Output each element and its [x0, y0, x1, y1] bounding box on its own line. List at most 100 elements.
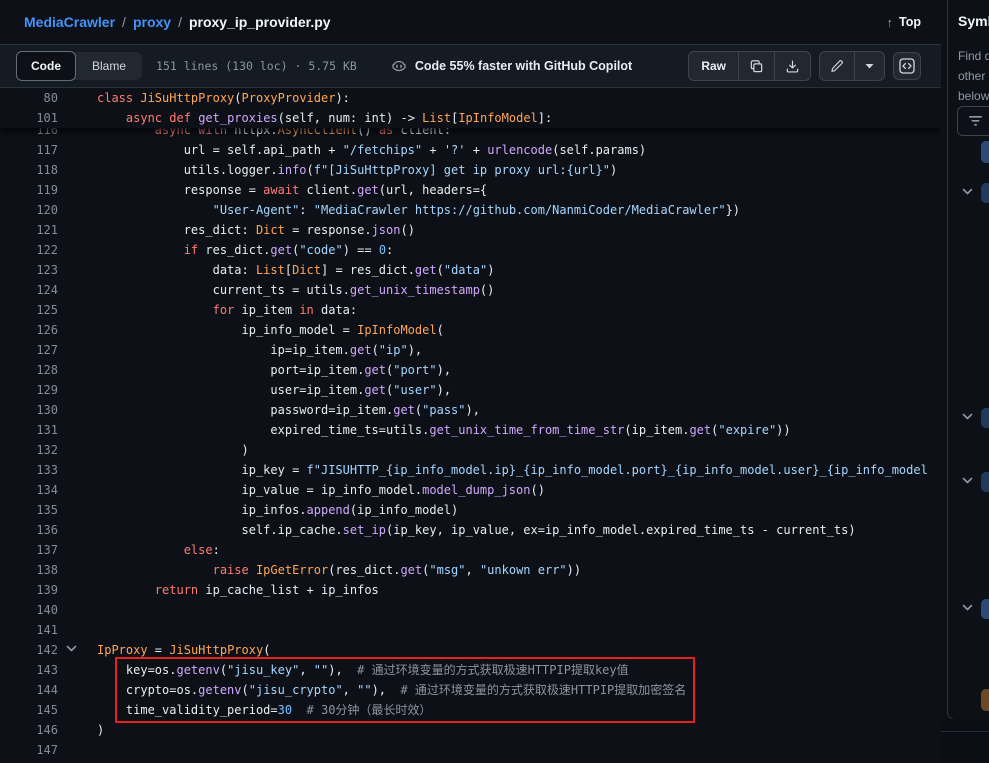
line-number[interactable]: 135 — [0, 500, 58, 520]
line-number[interactable]: 80 — [0, 88, 58, 108]
line-number[interactable]: 143 — [0, 660, 58, 680]
line-number[interactable]: 145 — [0, 700, 58, 720]
download-button[interactable] — [775, 52, 810, 80]
code-line: 130 password=ip_item.get("pass"), — [0, 400, 941, 420]
back-to-top-button[interactable]: ↑ Top — [887, 15, 921, 30]
back-to-top-label: Top — [899, 15, 921, 29]
code-line: 143 key=os.getenv("jisu_key", ""), # 通过环… — [0, 660, 941, 680]
code-line-content: res_dict: Dict = response.json() — [58, 220, 415, 240]
line-number[interactable]: 120 — [0, 200, 58, 220]
line-number[interactable]: 119 — [0, 180, 58, 200]
code-line-content: raise IpGetError(res_dict.get("msg", "un… — [58, 560, 581, 580]
line-number[interactable]: 129 — [0, 380, 58, 400]
code-line-content: response = await client.get(url, headers… — [58, 180, 487, 200]
line-number[interactable]: 124 — [0, 280, 58, 300]
breadcrumb-folder-link[interactable]: proxy — [133, 14, 171, 30]
code-line: 120 "User-Agent": "MediaCrawler https://… — [0, 200, 941, 220]
line-number[interactable]: 125 — [0, 300, 58, 320]
code-line-content — [58, 600, 97, 620]
code-line-content: return ip_cache_list + ip_infos — [58, 580, 379, 600]
line-number[interactable]: 131 — [0, 420, 58, 440]
line-number[interactable]: 139 — [0, 580, 58, 600]
symbols-panel-toggle-button[interactable] — [893, 52, 921, 80]
copy-icon — [749, 59, 764, 74]
code-line-content: current_ts = utils.get_unix_timestamp() — [58, 280, 494, 300]
code-line-content: ) — [58, 720, 104, 740]
line-number[interactable]: 128 — [0, 360, 58, 380]
line-number[interactable]: 132 — [0, 440, 58, 460]
code-line: 118 utils.logger.info(f"[JiSuHttpProxy] … — [0, 160, 941, 180]
line-number[interactable]: 147 — [0, 740, 58, 760]
code-line: 137 else: — [0, 540, 941, 560]
line-number[interactable]: 122 — [0, 240, 58, 260]
code-line-content: time_validity_period=30 # 30分钟（最长时效） — [58, 700, 431, 720]
breadcrumb-separator: / — [122, 14, 126, 30]
code-line-content: expired_time_ts=utils.get_unix_time_from… — [58, 420, 791, 440]
line-number[interactable]: 144 — [0, 680, 58, 700]
raw-copy-download-group: Raw — [688, 51, 811, 81]
line-number[interactable]: 141 — [0, 620, 58, 640]
symbol-chip[interactable] — [981, 689, 989, 711]
copilot-promo[interactable]: Code 55% faster with GitHub Copilot — [391, 58, 632, 74]
line-number[interactable]: 133 — [0, 460, 58, 480]
code-line-content: user=ip_item.get("user"), — [58, 380, 451, 400]
symbol-chip[interactable] — [981, 183, 989, 203]
breadcrumb-bar: MediaCrawler / proxy / proxy_ip_provider… — [0, 0, 941, 44]
code-line-content: self.ip_cache.set_ip(ip_key, ip_value, e… — [58, 520, 856, 540]
symbol-chip[interactable] — [981, 141, 989, 163]
sticky-context-lines: 80class JiSuHttpProxy(ProxyProvider):101… — [0, 88, 941, 128]
line-number[interactable]: 123 — [0, 260, 58, 280]
code-line-content: password=ip_item.get("pass"), — [58, 400, 480, 420]
raw-button[interactable]: Raw — [689, 52, 739, 80]
code-line: 127 ip=ip_item.get("ip"), — [0, 340, 941, 360]
line-number[interactable]: 118 — [0, 160, 58, 180]
line-number[interactable]: 146 — [0, 720, 58, 740]
line-number[interactable]: 142 — [0, 640, 58, 660]
line-number[interactable]: 130 — [0, 400, 58, 420]
line-number[interactable]: 136 — [0, 520, 58, 540]
chevron-down-icon[interactable] — [962, 477, 973, 485]
line-number[interactable]: 140 — [0, 600, 58, 620]
collapse-chevron-icon[interactable] — [66, 645, 77, 653]
copy-raw-button[interactable] — [739, 52, 775, 80]
breadcrumb-repo-link[interactable]: MediaCrawler — [24, 14, 115, 30]
line-number[interactable]: 121 — [0, 220, 58, 240]
line-number[interactable]: 127 — [0, 340, 58, 360]
symbol-chip[interactable] — [981, 408, 989, 428]
edit-file-button[interactable] — [820, 52, 855, 80]
code-blame-switch: Code Blame — [16, 52, 142, 80]
chevron-down-icon[interactable] — [962, 188, 973, 196]
code-line-content: ip_infos.append(ip_info_model) — [58, 500, 458, 520]
code-viewer: 80class JiSuHttpProxy(ProxyProvider):101… — [0, 88, 941, 763]
line-number[interactable]: 137 — [0, 540, 58, 560]
symbol-chip[interactable] — [981, 472, 989, 492]
line-number[interactable]: 138 — [0, 560, 58, 580]
chevron-down-icon[interactable] — [962, 604, 973, 612]
edit-group — [819, 51, 885, 81]
code-line-content — [58, 740, 97, 760]
line-number[interactable]: 126 — [0, 320, 58, 340]
chevron-down-icon[interactable] — [962, 413, 973, 421]
code-line: 123 data: List[Dict] = res_dict.get("dat… — [0, 260, 941, 280]
code-line: 135 ip_infos.append(ip_info_model) — [0, 500, 941, 520]
code-line: 121 res_dict: Dict = response.json() — [0, 220, 941, 240]
breadcrumb-separator: / — [178, 14, 182, 30]
file-toolbar: Code Blame 151 lines (130 loc) · 5.75 KB… — [0, 44, 941, 88]
line-number[interactable]: 134 — [0, 480, 58, 500]
code-line: 136 self.ip_cache.set_ip(ip_key, ip_valu… — [0, 520, 941, 540]
code-line: 144 crypto=os.getenv("jisu_crypto", ""),… — [0, 680, 941, 700]
line-number[interactable]: 101 — [0, 108, 58, 128]
code-line: 138 raise IpGetError(res_dict.get("msg",… — [0, 560, 941, 580]
code-line: 80class JiSuHttpProxy(ProxyProvider): — [0, 88, 941, 108]
line-number[interactable]: 117 — [0, 140, 58, 160]
code-line: 132 ) — [0, 440, 941, 460]
symbols-filter-input[interactable] — [957, 106, 989, 136]
symbol-chip[interactable] — [981, 599, 989, 619]
edit-dropdown-button[interactable] — [855, 52, 884, 80]
code-line-content: ip_info_model = IpInfoModel( — [58, 320, 444, 340]
copilot-promo-text: Code 55% faster with GitHub Copilot — [415, 59, 632, 73]
tab-code[interactable]: Code — [16, 51, 76, 81]
tab-blame[interactable]: Blame — [76, 52, 142, 80]
code-line: 124 current_ts = utils.get_unix_timestam… — [0, 280, 941, 300]
code-line-content: ip_value = ip_info_model.model_dump_json… — [58, 480, 545, 500]
